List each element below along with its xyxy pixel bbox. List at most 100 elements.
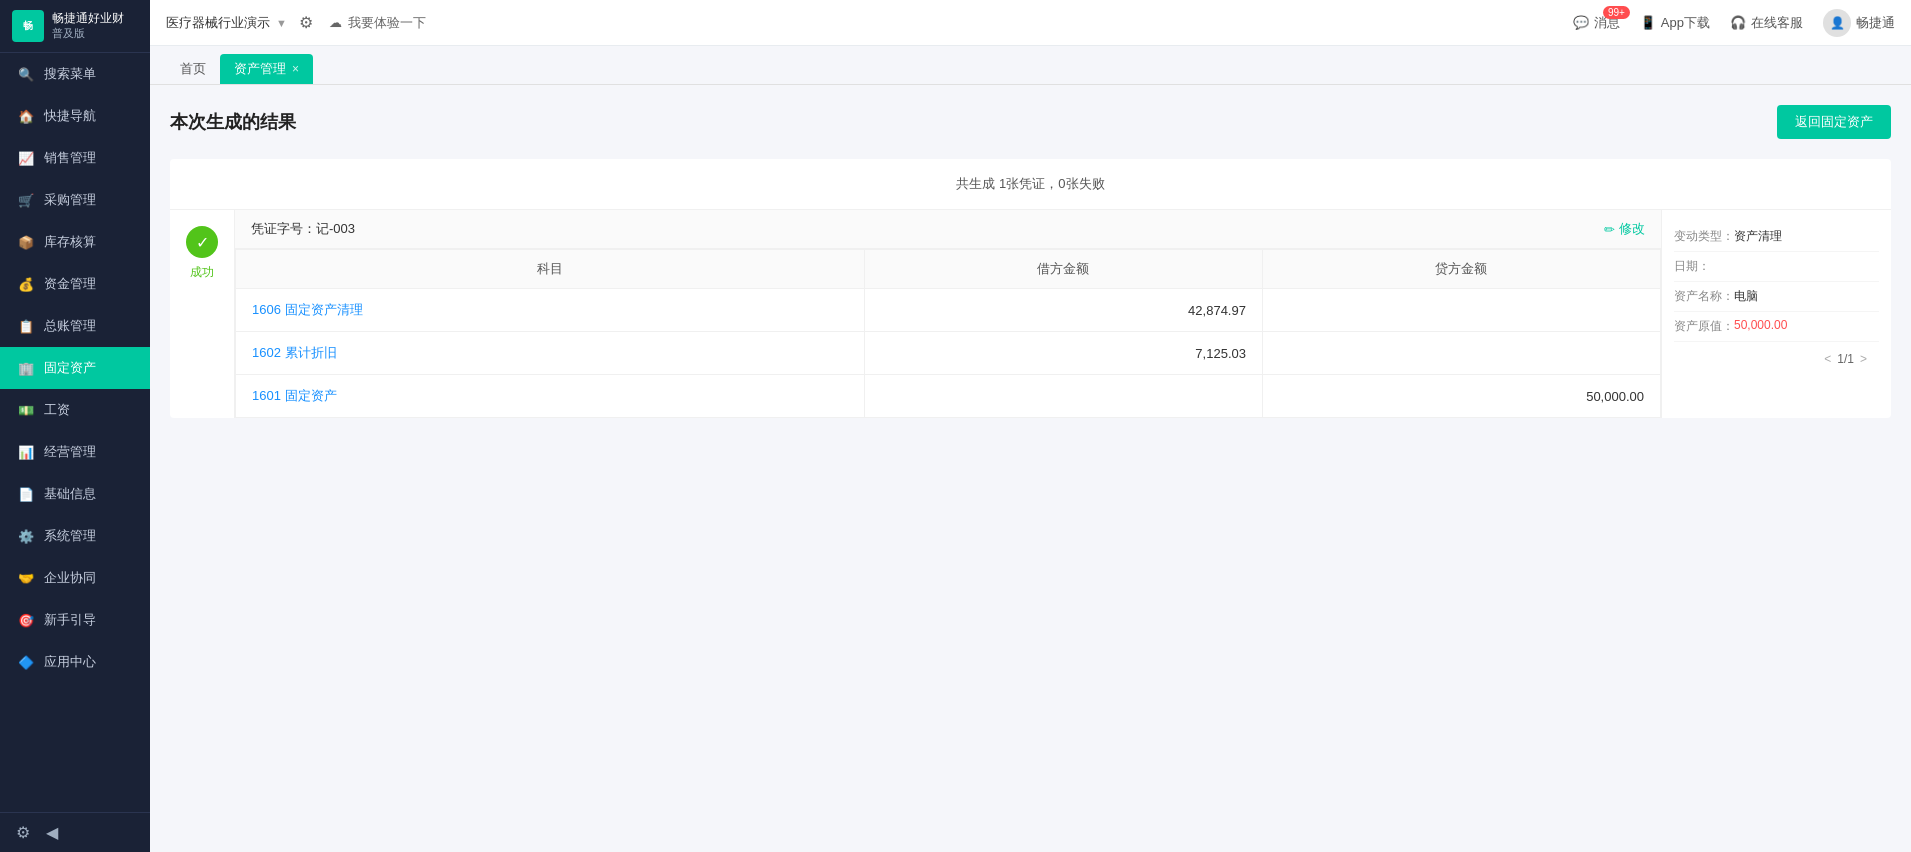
logo-text: 畅捷通好业财 [52, 11, 124, 27]
sidebar-item-purchase[interactable]: 🛒 采购管理 [0, 179, 150, 221]
info-value-asset-name: 电脑 [1734, 288, 1758, 305]
pagination-prev[interactable]: < [1824, 352, 1831, 366]
tab-home[interactable]: 首页 [166, 54, 220, 84]
pagination: < 1/1 > [1674, 342, 1879, 370]
edit-label: 修改 [1619, 220, 1645, 238]
sidebar-item-fixed-assets[interactable]: 🏢 固定资产 [0, 347, 150, 389]
return-button[interactable]: 返回固定资产 [1777, 105, 1891, 139]
system-icon: ⚙️ [16, 526, 36, 546]
info-label-asset-name: 资产名称： [1674, 288, 1734, 305]
sidebar-label-system: 系统管理 [44, 527, 96, 545]
company-name: 医疗器械行业演示 [166, 14, 270, 32]
app-center-icon: 🔷 [16, 652, 36, 672]
app-logo: 畅 畅捷通好业财 普及版 [0, 0, 150, 53]
sidebar-footer: ⚙ ◀ [0, 812, 150, 852]
status-cell: ✓ 成功 [170, 210, 235, 418]
sidebar-item-inventory[interactable]: 📦 库存核算 [0, 221, 150, 263]
row1-credit [1262, 289, 1660, 332]
page-title: 本次生成的结果 [170, 110, 296, 134]
success-text: 成功 [186, 264, 218, 281]
settings-footer-icon[interactable]: ⚙ [16, 823, 30, 842]
inventory-icon: 📦 [16, 232, 36, 252]
main-area: 医疗器械行业演示 ▼ ⚙ ☁ 我要体验一下 💬 消息 99+ 📱 App下载 🎧… [150, 0, 1911, 852]
headset-icon: 🎧 [1730, 15, 1746, 30]
tab-asset-management[interactable]: 资产管理 × [220, 54, 313, 84]
sidebar-item-operations[interactable]: 📊 经营管理 [0, 431, 150, 473]
company-chevron-icon: ▼ [276, 17, 287, 29]
sidebar-label-app-center: 应用中心 [44, 653, 96, 671]
sidebar-label-basic-info: 基础信息 [44, 485, 96, 503]
sales-icon: 📈 [16, 148, 36, 168]
success-icon: ✓ [186, 226, 218, 258]
basic-info-icon: 📄 [16, 484, 36, 504]
header-right: 💬 消息 99+ 📱 App下载 🎧 在线客服 👤 畅捷通 [1573, 9, 1895, 37]
table-row: 1601 固定资产 50,000.00 [236, 375, 1661, 418]
sidebar-label-enterprise: 企业协同 [44, 569, 96, 587]
message-button[interactable]: 💬 消息 99+ [1573, 14, 1620, 32]
info-asset-name: 资产名称： 电脑 [1674, 282, 1879, 312]
sidebar-item-quick-nav[interactable]: 🏠 快捷导航 [0, 95, 150, 137]
logo-sub: 普及版 [52, 26, 124, 41]
sidebar-item-search[interactable]: 🔍 搜索菜单 [0, 53, 150, 95]
cloud-icon: ☁ [329, 15, 342, 30]
voucher-main: 凭证字号：记-003 ✏ 修改 科目 借方金额 [235, 210, 1661, 418]
top-header: 医疗器械行业演示 ▼ ⚙ ☁ 我要体验一下 💬 消息 99+ 📱 App下载 🎧… [150, 0, 1911, 46]
page-header: 本次生成的结果 返回固定资产 [170, 105, 1891, 139]
info-change-type: 变动类型： 资产清理 [1674, 222, 1879, 252]
sidebar-item-system[interactable]: ⚙️ 系统管理 [0, 515, 150, 557]
sidebar-label-guide: 新手引导 [44, 611, 96, 629]
page-content: 本次生成的结果 返回固定资产 共生成 1张凭证，0张失败 ✓ 成功 凭证字号：记… [150, 85, 1911, 852]
app-download-button[interactable]: 📱 App下载 [1640, 14, 1710, 32]
voucher-table: 科目 借方金额 贷方金额 1606 固定资产清理 42,874.97 [235, 249, 1661, 418]
enterprise-icon: 🤝 [16, 568, 36, 588]
sidebar-item-salary[interactable]: 💵 工资 [0, 389, 150, 431]
info-value-change-type: 资产清理 [1734, 228, 1782, 245]
sidebar-item-basic-info[interactable]: 📄 基础信息 [0, 473, 150, 515]
sidebar-item-guide[interactable]: 🎯 新手引导 [0, 599, 150, 641]
experience-button[interactable]: ☁ 我要体验一下 [329, 14, 426, 32]
operations-icon: 📊 [16, 442, 36, 462]
voucher-number: 凭证字号：记-003 [251, 220, 355, 238]
company-selector[interactable]: 医疗器械行业演示 ▼ [166, 14, 287, 32]
sidebar-item-app-center[interactable]: 🔷 应用中心 [0, 641, 150, 683]
customer-service-button[interactable]: 🎧 在线客服 [1730, 14, 1803, 32]
purchase-icon: 🛒 [16, 190, 36, 210]
sidebar-label-purchase: 采购管理 [44, 191, 96, 209]
col-header-subject: 科目 [236, 250, 865, 289]
guide-icon: 🎯 [16, 610, 36, 630]
tab-close-icon[interactable]: × [292, 62, 299, 76]
edit-button[interactable]: ✏ 修改 [1604, 220, 1645, 238]
sidebar-item-ledger[interactable]: 📋 总账管理 [0, 305, 150, 347]
sidebar-nav: 🔍 搜索菜单 🏠 快捷导航 📈 销售管理 🛒 采购管理 📦 库存核算 💰 资金管… [0, 53, 150, 812]
row3-debit [864, 375, 1262, 418]
logo-icon: 畅 [12, 10, 44, 42]
sidebar-label-operations: 经营管理 [44, 443, 96, 461]
pagination-next[interactable]: > [1860, 352, 1867, 366]
home-icon: 🏠 [16, 106, 36, 126]
user-avatar: 👤 [1823, 9, 1851, 37]
sidebar-label-fixed-assets: 固定资产 [44, 359, 96, 377]
table-row: 1606 固定资产清理 42,874.97 [236, 289, 1661, 332]
sidebar-item-enterprise[interactable]: 🤝 企业协同 [0, 557, 150, 599]
col-header-debit: 借方金额 [864, 250, 1262, 289]
row1-debit: 42,874.97 [864, 289, 1262, 332]
fixed-assets-icon: 🏢 [16, 358, 36, 378]
sidebar-label-search: 搜索菜单 [44, 65, 96, 83]
info-label-asset-value: 资产原值： [1674, 318, 1734, 335]
user-profile[interactable]: 👤 畅捷通 [1823, 9, 1895, 37]
collapse-sidebar-icon[interactable]: ◀ [46, 823, 58, 842]
sidebar-item-sales[interactable]: 📈 销售管理 [0, 137, 150, 179]
sidebar-label-sales: 销售管理 [44, 149, 96, 167]
result-card: 共生成 1张凭证，0张失败 ✓ 成功 凭证字号：记-003 ✏ 修 [170, 159, 1891, 418]
row3-subject: 1601 固定资产 [236, 375, 865, 418]
sidebar: 畅 畅捷通好业财 普及版 🔍 搜索菜单 🏠 快捷导航 📈 销售管理 🛒 采购管理… [0, 0, 150, 852]
header-settings-icon[interactable]: ⚙ [299, 13, 313, 32]
voucher-table-wrapper: 科目 借方金额 贷方金额 1606 固定资产清理 42,874.97 [235, 249, 1661, 418]
tab-bar: 首页 资产管理 × [150, 46, 1911, 85]
row3-credit: 50,000.00 [1262, 375, 1660, 418]
sidebar-label-quick-nav: 快捷导航 [44, 107, 96, 125]
voucher-header-bar: 凭证字号：记-003 ✏ 修改 [235, 210, 1661, 249]
voucher-container: ✓ 成功 凭证字号：记-003 ✏ 修改 [170, 210, 1891, 418]
sidebar-item-finance[interactable]: 💰 资金管理 [0, 263, 150, 305]
download-icon: 📱 [1640, 15, 1656, 30]
